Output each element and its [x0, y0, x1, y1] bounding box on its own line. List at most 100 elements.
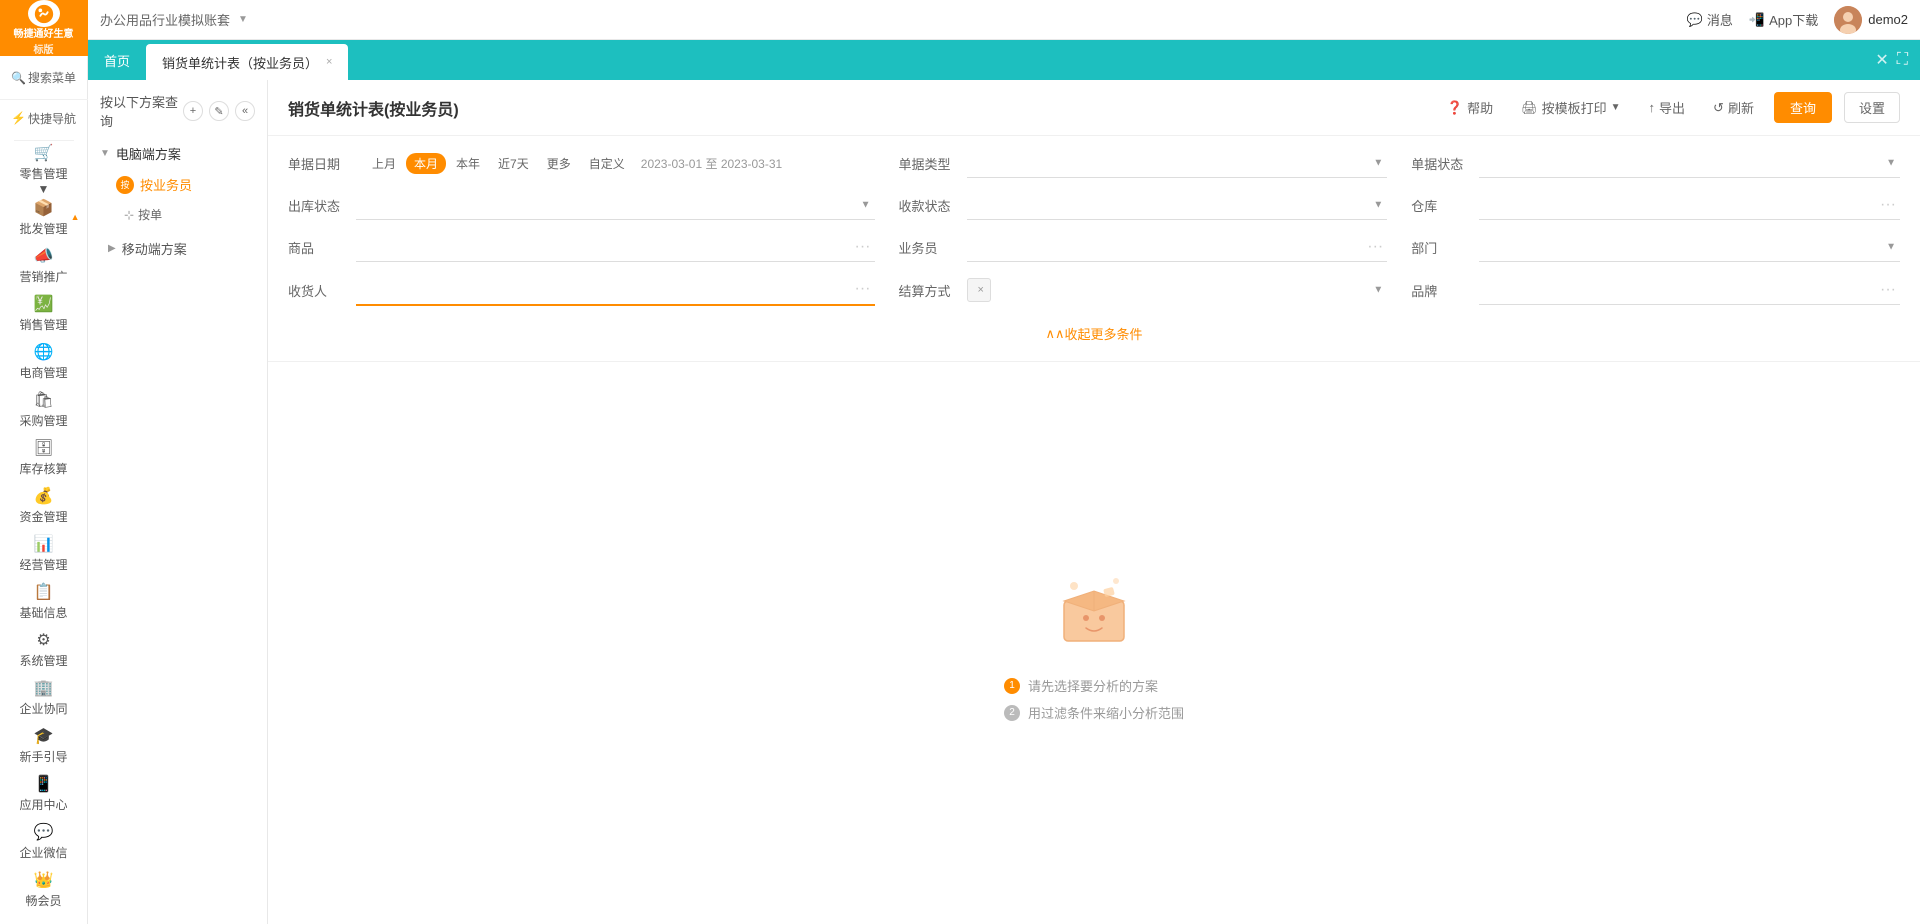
sidebar-item-retail[interactable]: 🛒 零售管理: [0, 145, 88, 193]
sidebar-item-wholesale[interactable]: 📦 批发管理: [0, 193, 88, 241]
sidebar-item-wechat[interactable]: 💬 企业微信: [0, 817, 88, 865]
edit-icon: ✎: [214, 105, 223, 118]
empty-steps: 1 请先选择要分析的方案 2 用过滤条件来缩小分析范围: [1004, 676, 1184, 730]
enterprise-icon: 🏢: [34, 678, 54, 698]
system-label: 系统管理: [19, 652, 67, 669]
help-icon: ❓: [1447, 100, 1463, 116]
edit-scheme-btn[interactable]: ✎: [209, 101, 229, 121]
date-custom-btn[interactable]: 自定义: [581, 153, 633, 174]
nav-icon: ⚡: [11, 111, 26, 125]
bill-type-input[interactable]: [967, 148, 1388, 178]
sidebar-item-finance[interactable]: 💰 资金管理: [0, 481, 88, 529]
app-selector-dropdown[interactable]: ▼: [238, 14, 248, 25]
purchase-label: 采购管理: [19, 412, 67, 429]
user-area[interactable]: demo2: [1834, 6, 1908, 34]
brand-input[interactable]: [1479, 275, 1900, 305]
salesman-label: 业务员: [899, 238, 959, 257]
salesman-item-icon: 按: [116, 176, 134, 194]
sidebar-item-newbie[interactable]: 🎓 新手引导: [0, 721, 88, 769]
mobile-arrow-icon: ▶: [108, 243, 116, 254]
warehouse-input[interactable]: [1479, 190, 1900, 220]
sidebar-item-biz[interactable]: 📊 经营管理: [0, 529, 88, 577]
receipt-status-input[interactable]: [967, 190, 1388, 220]
date-last-month-btn[interactable]: 上月: [364, 153, 404, 174]
goods-label: 商品: [288, 238, 348, 257]
window-close-btn[interactable]: ✕: [1875, 50, 1888, 70]
filter-row-1: 单据日期 上月 本月 本年 近7天 更多 自定义 2023-03-01 至 20…: [288, 148, 1900, 178]
help-label: 帮助: [1467, 98, 1493, 117]
collapse-panel-btn[interactable]: «: [235, 101, 255, 121]
pc-group-label: 电脑端方案: [116, 144, 181, 163]
tree-sub-item-by-bill[interactable]: ⊹ 按单: [88, 200, 267, 229]
collapse-more-btn[interactable]: ∧∧ 收起更多条件: [1039, 318, 1148, 349]
sidebar-search-menu[interactable]: 🔍 搜索菜单: [0, 56, 88, 100]
inventory-icon: 🗄: [33, 438, 53, 458]
add-scheme-btn[interactable]: +: [183, 101, 203, 121]
sidebar-item-member[interactable]: 👑 畅会员: [0, 865, 88, 913]
mobile-group-header[interactable]: ▶ 移动端方案: [88, 233, 267, 264]
export-btn[interactable]: ↑ 导出: [1641, 94, 1694, 121]
sidebar-item-apps[interactable]: 📱 应用中心: [0, 769, 88, 817]
tab-home[interactable]: 首页: [88, 40, 146, 80]
settle-method-label: 结算方式: [899, 281, 959, 300]
sidebar-item-marketing[interactable]: 📣 营销推广: [0, 241, 88, 289]
help-btn[interactable]: ❓ 帮助: [1439, 94, 1501, 121]
empty-step-1: 1 请先选择要分析的方案: [1004, 676, 1184, 695]
warehouse-input-wrapper: ···: [1479, 190, 1900, 220]
out-status-input[interactable]: [356, 190, 875, 220]
settle-tag-close[interactable]: ×: [978, 284, 984, 296]
sidebar-item-enterprise[interactable]: 🏢 企业协同: [0, 673, 88, 721]
refresh-btn[interactable]: ↺ 刷新: [1705, 94, 1762, 121]
tree-item-by-salesman[interactable]: 按 按业务员: [88, 169, 267, 200]
dept-select-wrapper: ▼: [1479, 232, 1900, 262]
salesman-dots[interactable]: ···: [1367, 238, 1383, 256]
brand-input-wrapper: ···: [1479, 275, 1900, 305]
goods-input[interactable]: [356, 232, 875, 262]
warehouse-dots[interactable]: ···: [1880, 196, 1896, 214]
date-this-month-btn[interactable]: 本月: [406, 153, 446, 174]
sidebar-item-inventory[interactable]: 🗄 库存核算: [0, 433, 88, 481]
app-download-btn[interactable]: 📲 App下载: [1749, 10, 1818, 29]
settings-btn[interactable]: 设置: [1844, 92, 1900, 123]
filter-out-status: 出库状态 ▼: [288, 190, 875, 220]
purchase-icon: 🛍: [33, 390, 53, 410]
salesman-input[interactable]: [967, 232, 1388, 262]
date-more-btn[interactable]: 更多: [539, 153, 579, 174]
sidebar-item-purchase[interactable]: 🛍 采购管理: [0, 385, 88, 433]
apps-label: 应用中心: [19, 796, 67, 813]
download-icon: 📲: [1749, 12, 1765, 28]
brand-dots[interactable]: ···: [1880, 281, 1896, 299]
wechat-icon: 💬: [34, 822, 54, 842]
inventory-label: 库存核算: [19, 460, 67, 477]
search-menu-label: 搜索菜单: [28, 69, 76, 86]
sidebar-item-base[interactable]: 📋 基础信息: [0, 577, 88, 625]
ecom-label: 电商管理: [19, 364, 67, 381]
message-btn[interactable]: 💬 消息: [1687, 10, 1733, 29]
window-maximize-btn[interactable]: ⛶: [1897, 51, 1908, 69]
logo-text: 畅捷通好生意: [14, 29, 74, 41]
system-icon: ⚙: [36, 630, 50, 650]
tree-group-mobile: ▶ 移动端方案: [88, 233, 267, 268]
pc-group-header[interactable]: ▼ 电脑端方案: [88, 138, 267, 169]
date-this-year-btn[interactable]: 本年: [448, 153, 488, 174]
sidebar-item-ecom[interactable]: 🌐 电商管理: [0, 337, 88, 385]
tree-group-pc: ▼ 电脑端方案 按 按业务员 ⊹ 按单: [88, 138, 267, 233]
filter-bill-type: 单据类型 ▼: [899, 148, 1388, 178]
bill-status-input[interactable]: [1479, 148, 1900, 178]
sidebar-item-system[interactable]: ⚙ 系统管理: [0, 625, 88, 673]
base-label: 基础信息: [19, 604, 67, 621]
consignee-input[interactable]: [356, 274, 875, 304]
export-icon: ↑: [1649, 100, 1656, 115]
dept-input[interactable]: [1479, 232, 1900, 262]
app-selector-label: 办公用品行业模拟账套: [100, 10, 230, 29]
sidebar-quick-nav[interactable]: ⚡ 快捷导航: [0, 100, 88, 136]
date-last7-btn[interactable]: 近7天: [490, 153, 537, 174]
sidebar-item-sales[interactable]: 💹 销售管理: [0, 289, 88, 337]
tab-sales-stat[interactable]: 销货单统计表（按业务员） ×: [146, 44, 348, 80]
tab-close-btn[interactable]: ×: [326, 56, 332, 68]
consignee-dots[interactable]: ···: [855, 280, 871, 298]
left-panel-actions: + ✎ «: [183, 101, 255, 121]
query-btn[interactable]: 查询: [1774, 92, 1832, 123]
print-btn[interactable]: 🖨 按模板打印 ▼: [1513, 94, 1628, 121]
goods-dots[interactable]: ···: [855, 238, 871, 256]
